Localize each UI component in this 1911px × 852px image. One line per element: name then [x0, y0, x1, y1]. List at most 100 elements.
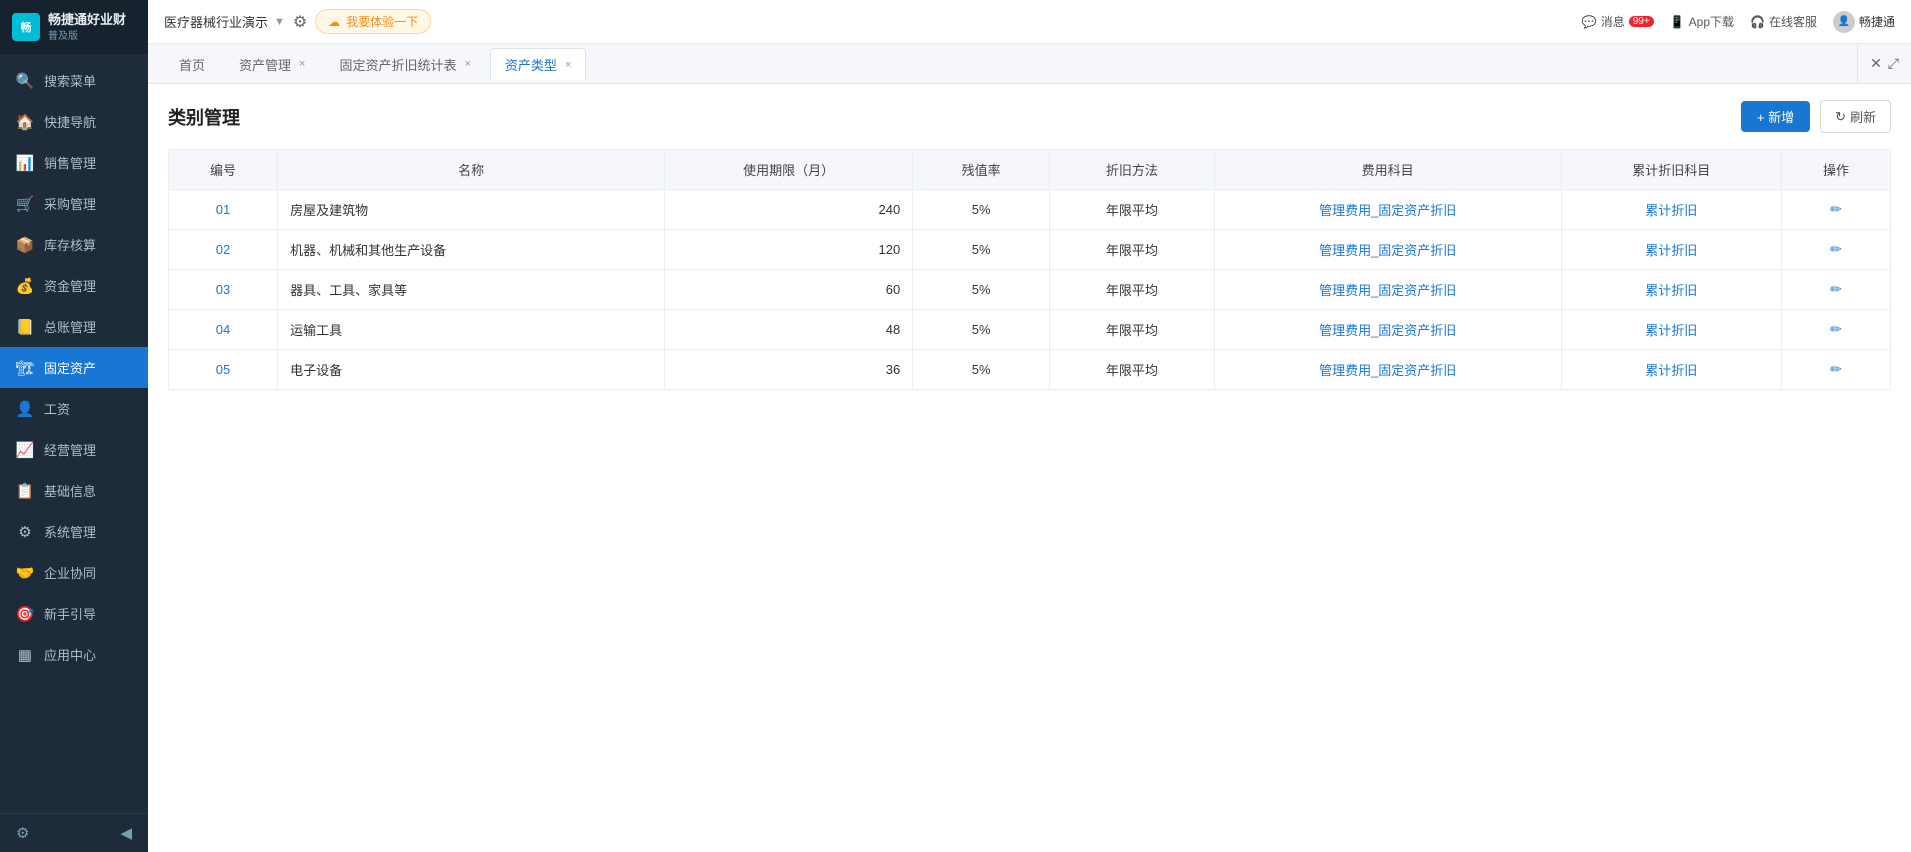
sidebar-item-newbie[interactable]: 🎯 新手引导 — [0, 593, 148, 634]
cell-residual: 5% — [913, 270, 1050, 310]
edit-button[interactable]: ✏ — [1830, 281, 1842, 298]
sidebar-item-quick-nav[interactable]: 🏠 快捷导航 — [0, 101, 148, 142]
table-row: 04 运输工具 48 5% 年限平均 管理费用_固定资产折旧 累计折旧 ✏ — [169, 310, 1891, 350]
messages-button[interactable]: 💬 消息 99+ — [1582, 13, 1654, 30]
ledger-icon: 📒 — [16, 318, 34, 336]
table-header-累计折旧科目: 累计折旧科目 — [1561, 150, 1781, 190]
content-area: 类别管理 + 新增 ↻ 刷新 编号名称使用期限（月）残值率折旧方法费用科目累计折… — [148, 84, 1911, 852]
sidebar-item-business[interactable]: 📈 经营管理 — [0, 429, 148, 470]
sidebar-header: 畅 畅捷通好业财 普及版 — [0, 0, 148, 54]
sidebar-item-app-center[interactable]: ▦ 应用中心 — [0, 634, 148, 675]
tab-close-asset-mgmt[interactable]: × — [299, 58, 305, 70]
quick-nav-icon: 🏠 — [16, 113, 34, 131]
cell-action: ✏ — [1781, 310, 1890, 350]
sidebar-item-label: 系统管理 — [44, 522, 96, 541]
sidebar-item-ledger[interactable]: 📒 总账管理 — [0, 306, 148, 347]
sidebar-item-payroll[interactable]: 👤 工资 — [0, 388, 148, 429]
cell-expense: 管理费用_固定资产折旧 — [1214, 310, 1561, 350]
cell-method: 年限平均 — [1050, 350, 1215, 390]
cell-residual: 5% — [913, 230, 1050, 270]
table-row: 02 机器、机械和其他生产设备 120 5% 年限平均 管理费用_固定资产折旧 … — [169, 230, 1891, 270]
edit-button[interactable]: ✏ — [1830, 241, 1842, 258]
module-selector[interactable]: 医疗器械行业演示 ▼ — [164, 12, 285, 31]
cell-accum: 累计折旧 — [1561, 190, 1781, 230]
sidebar-item-label: 总账管理 — [44, 317, 96, 336]
trial-button[interactable]: ☁ 我要体验一下 — [315, 9, 431, 34]
sidebar-item-label: 采购管理 — [44, 194, 96, 213]
trial-label: 我要体验一下 — [346, 13, 418, 30]
edit-button[interactable]: ✏ — [1830, 321, 1842, 338]
cell-method: 年限平均 — [1050, 230, 1215, 270]
sidebar-item-capital[interactable]: 💰 资金管理 — [0, 265, 148, 306]
customer-service-button[interactable]: 🎧 在线客服 — [1750, 13, 1817, 30]
tab-label-home: 首页 — [179, 55, 205, 74]
download-icon: 📱 — [1670, 15, 1685, 29]
messages-badge: 99+ — [1629, 16, 1654, 27]
cell-period: 48 — [665, 310, 913, 350]
sidebar-item-label: 资金管理 — [44, 276, 96, 295]
table-header-名称: 名称 — [278, 150, 665, 190]
cell-period: 120 — [665, 230, 913, 270]
edit-button[interactable]: ✏ — [1830, 361, 1842, 378]
cell-code: 01 — [169, 190, 278, 230]
collapse-icon[interactable]: ◀ — [120, 824, 132, 842]
page-title: 类别管理 — [168, 104, 240, 130]
table-header-编号: 编号 — [169, 150, 278, 190]
sidebar-item-search[interactable]: 🔍 搜索菜单 — [0, 60, 148, 101]
app-name: 畅捷通好业财 — [48, 12, 126, 28]
cell-residual: 5% — [913, 350, 1050, 390]
sidebar-item-system[interactable]: ⚙ 系统管理 — [0, 511, 148, 552]
sidebar-item-sales[interactable]: 📊 销售管理 — [0, 142, 148, 183]
tab-asset-mgmt[interactable]: 资产管理× — [224, 48, 320, 80]
tab-close-depreciation-table[interactable]: × — [464, 58, 470, 70]
tab-home[interactable]: 首页 — [164, 48, 220, 80]
tab-depreciation-table[interactable]: 固定资产折旧统计表× — [324, 48, 485, 80]
sidebar-item-base-info[interactable]: 📋 基础信息 — [0, 470, 148, 511]
cell-action: ✏ — [1781, 350, 1890, 390]
avatar: 👤 — [1833, 11, 1855, 33]
tab-asset-type[interactable]: 资产类型 × — [490, 48, 586, 80]
cell-method: 年限平均 — [1050, 190, 1215, 230]
inventory-icon: 📦 — [16, 236, 34, 254]
settings-icon[interactable]: ⚙ — [16, 824, 29, 842]
customer-service-label: 在线客服 — [1769, 13, 1817, 30]
asset-type-table: 编号名称使用期限（月）残值率折旧方法费用科目累计折旧科目操作 01 房屋及建筑物… — [168, 149, 1891, 390]
new-button[interactable]: + 新增 — [1741, 101, 1810, 132]
cell-code: 02 — [169, 230, 278, 270]
module-arrow-icon: ▼ — [274, 16, 285, 28]
refresh-button[interactable]: ↻ 刷新 — [1820, 100, 1891, 133]
sidebar-nav: 🔍 搜索菜单 🏠 快捷导航 📊 销售管理 🛒 采购管理 📦 库存核算 💰 资金管… — [0, 54, 148, 813]
sidebar-footer: ⚙ ◀ — [0, 813, 148, 852]
page-header: 类别管理 + 新增 ↻ 刷新 — [168, 100, 1891, 133]
tab-label-asset-type: 资产类型 — [505, 55, 557, 74]
cell-action: ✏ — [1781, 230, 1890, 270]
sidebar-item-purchase[interactable]: 🛒 采购管理 — [0, 183, 148, 224]
window-expand-button[interactable]: ⤢ — [1888, 55, 1899, 72]
sidebar-item-inventory[interactable]: 📦 库存核算 — [0, 224, 148, 265]
app-download-button[interactable]: 📱 App下载 — [1670, 13, 1734, 30]
newbie-icon: 🎯 — [16, 605, 34, 623]
cell-expense: 管理费用_固定资产折旧 — [1214, 350, 1561, 390]
cell-name: 机器、机械和其他生产设备 — [278, 230, 665, 270]
cell-period: 60 — [665, 270, 913, 310]
topbar-settings-icon[interactable]: ⚙ — [293, 12, 307, 32]
user-menu[interactable]: 👤 畅捷通 — [1833, 11, 1895, 33]
sidebar-item-label: 快捷导航 — [44, 112, 96, 131]
tabbar: ✕ ⤢ 首页资产管理×固定资产折旧统计表× 资产类型 × — [148, 44, 1911, 84]
sidebar-item-fixed-assets[interactable]: 🏗 固定资产 — [0, 347, 148, 388]
table-header-使用期限（月）: 使用期限（月） — [665, 150, 913, 190]
edit-button[interactable]: ✏ — [1830, 201, 1842, 218]
window-close-button[interactable]: ✕ — [1870, 55, 1882, 72]
cell-name: 房屋及建筑物 — [278, 190, 665, 230]
cell-method: 年限平均 — [1050, 270, 1215, 310]
sidebar-item-enterprise[interactable]: 🤝 企业协同 — [0, 552, 148, 593]
refresh-label: 刷新 — [1850, 107, 1876, 126]
sidebar-item-label: 企业协同 — [44, 563, 96, 582]
cell-accum: 累计折旧 — [1561, 350, 1781, 390]
message-icon: 💬 — [1582, 15, 1597, 29]
cell-action: ✏ — [1781, 190, 1890, 230]
tab-close-asset-type[interactable]: × — [565, 59, 571, 71]
sidebar-item-label: 固定资产 — [44, 358, 96, 377]
sidebar-item-label: 库存核算 — [44, 235, 96, 254]
fixed-assets-icon: 🏗 — [16, 359, 34, 377]
